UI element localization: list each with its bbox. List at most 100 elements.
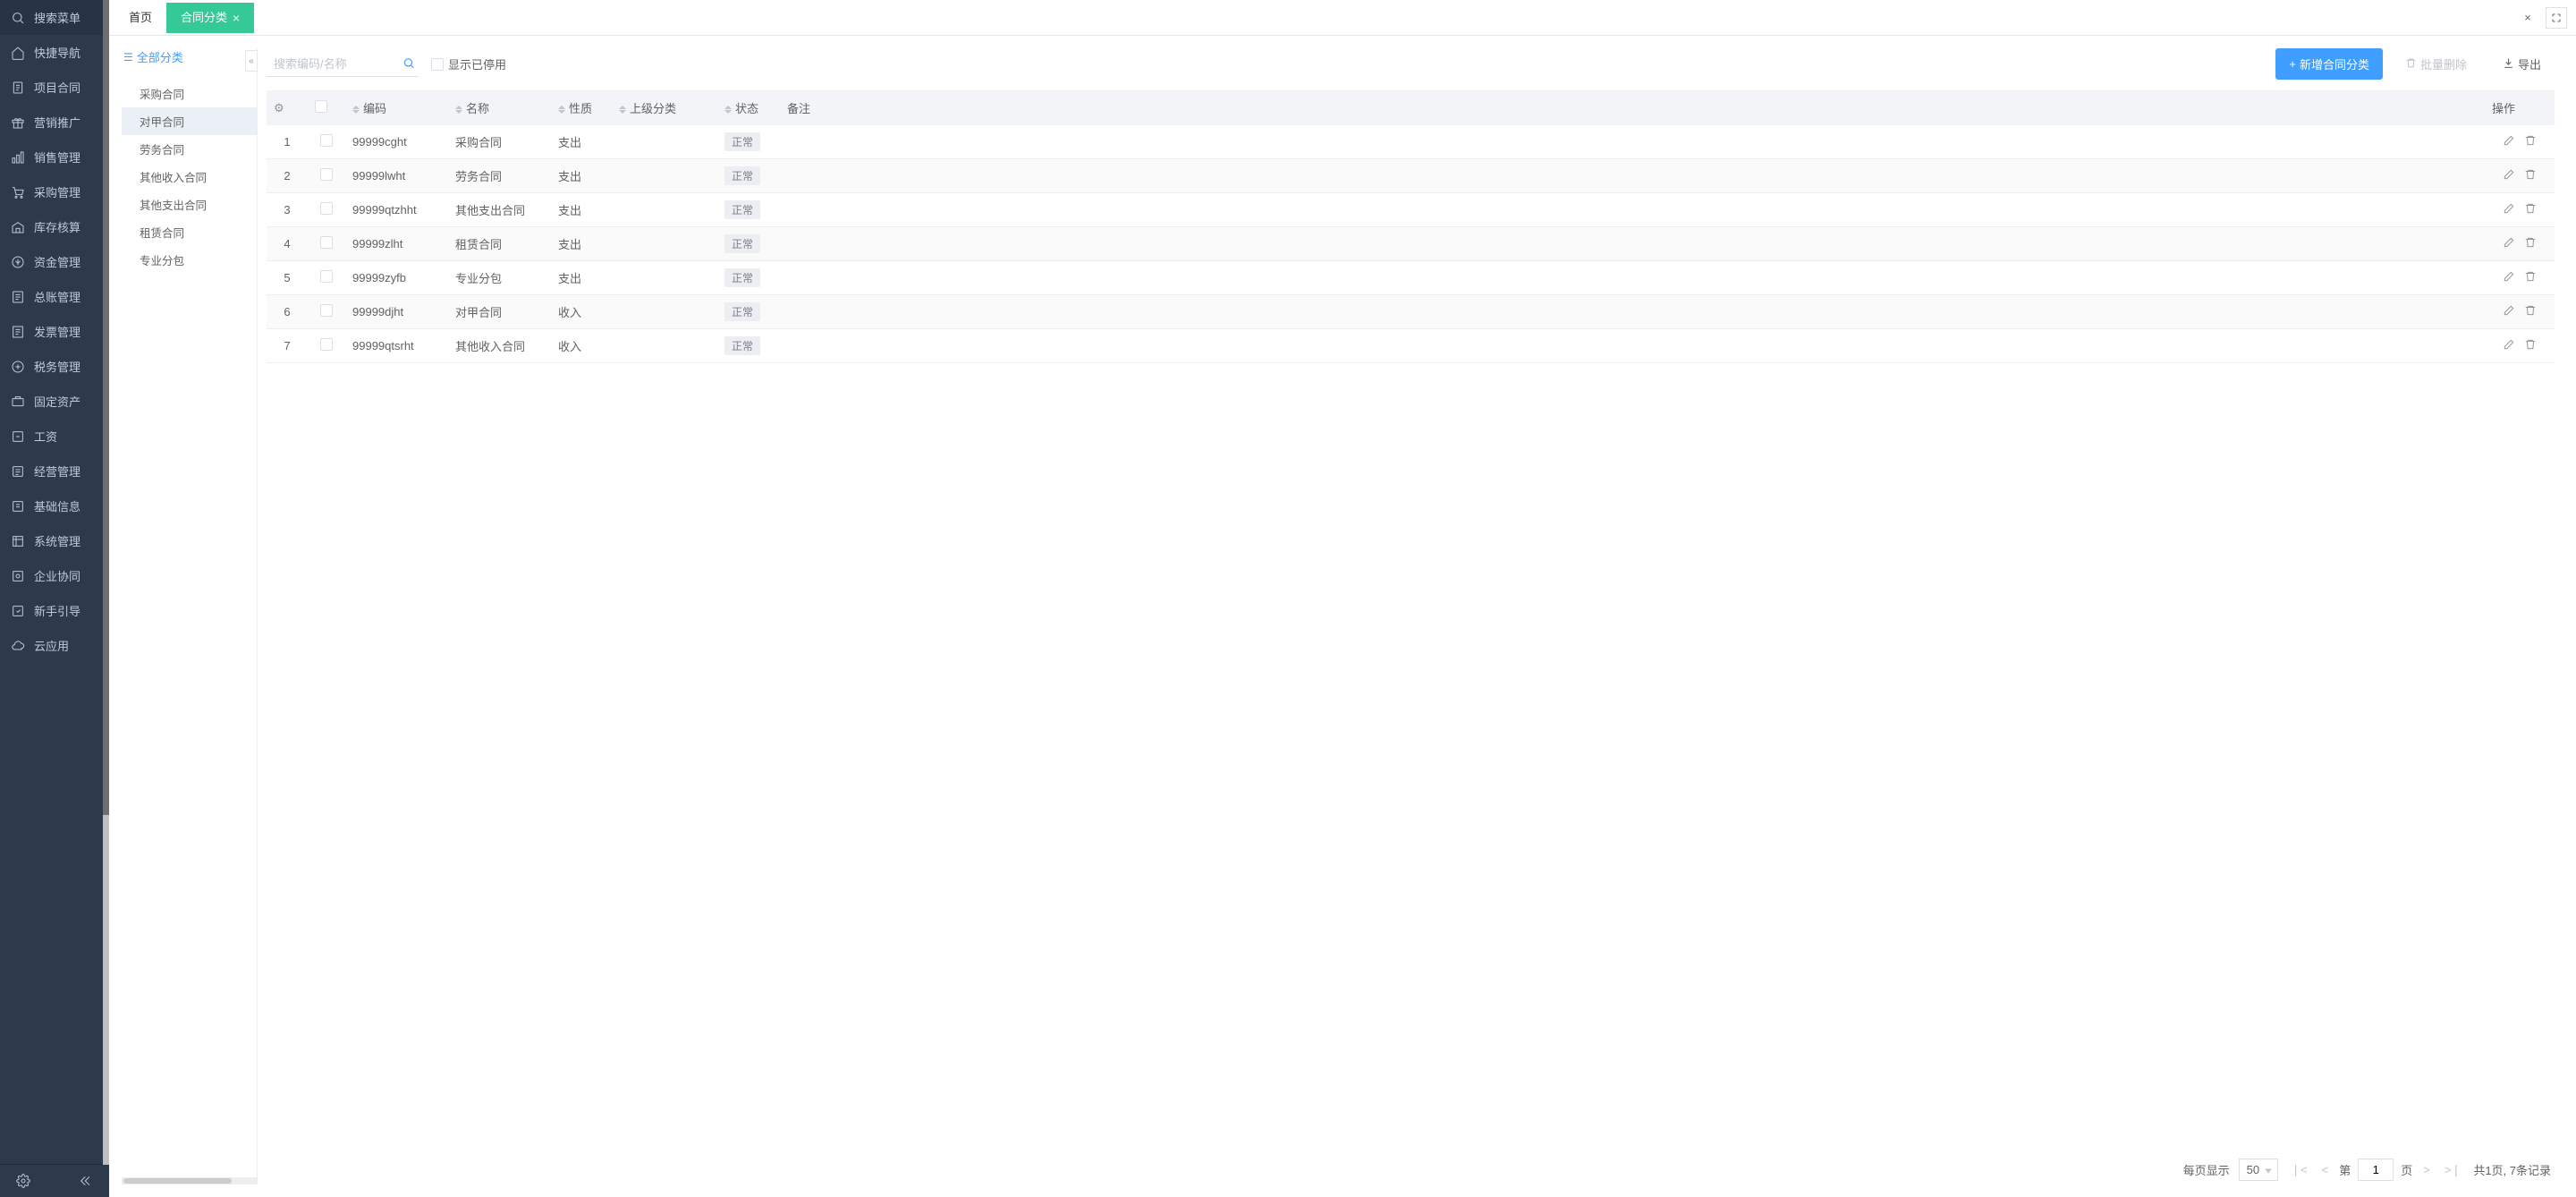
sidebar-item-salary[interactable]: 工资 — [0, 419, 109, 454]
tree-item[interactable]: 其他收入合同 — [122, 163, 257, 191]
sidebar: 搜索菜单快捷导航项目合同营销推广销售管理采购管理库存核算资金管理总账管理发票管理… — [0, 0, 109, 1197]
settings-icon[interactable] — [16, 1174, 30, 1188]
ledger-icon — [11, 290, 25, 304]
edit-icon[interactable] — [2503, 236, 2515, 251]
fullscreen-icon[interactable] — [2546, 7, 2567, 29]
export-button[interactable]: 导出 — [2489, 48, 2555, 80]
row-index: 7 — [267, 329, 308, 363]
sidebar-item-collab[interactable]: 企业协同 — [0, 558, 109, 593]
row-checkbox[interactable] — [320, 134, 333, 147]
delete-icon[interactable] — [2524, 236, 2537, 251]
th-code[interactable]: 编码 — [345, 90, 448, 125]
delete-icon[interactable] — [2524, 338, 2537, 353]
delete-icon[interactable] — [2524, 270, 2537, 285]
cell-type: 支出 — [551, 227, 612, 261]
cell-type: 支出 — [551, 159, 612, 193]
tree-item[interactable]: 对甲合同 — [122, 107, 257, 135]
sidebar-item-money[interactable]: 资金管理 — [0, 244, 109, 279]
sidebar-item-gift[interactable]: 营销推广 — [0, 105, 109, 140]
tab-contract-category[interactable]: 合同分类 × — [166, 3, 254, 33]
cell-name: 其他支出合同 — [448, 193, 551, 227]
tree-item[interactable]: 劳务合同 — [122, 135, 257, 163]
table-row: 199999cght采购合同支出正常 — [267, 125, 2555, 159]
cell-name: 劳务合同 — [448, 159, 551, 193]
th-type[interactable]: 性质 — [551, 90, 612, 125]
table-row: 799999qtsrht其他收入合同收入正常 — [267, 329, 2555, 363]
delete-icon[interactable] — [2524, 168, 2537, 183]
checkbox-label: 显示已停用 — [448, 55, 506, 72]
edit-icon[interactable] — [2503, 338, 2515, 353]
tree-item[interactable]: 专业分包 — [122, 246, 257, 274]
row-checkbox[interactable] — [320, 338, 333, 351]
tree-item[interactable]: 租赁合同 — [122, 218, 257, 246]
row-checkbox[interactable] — [320, 236, 333, 249]
sidebar-item-label: 营销推广 — [34, 114, 80, 131]
close-icon[interactable]: × — [233, 3, 240, 33]
pager-prev[interactable]: < — [2318, 1161, 2333, 1178]
gear-icon[interactable]: ⚙ — [274, 101, 284, 115]
delete-icon[interactable] — [2524, 202, 2537, 217]
th-status[interactable]: 状态 — [717, 90, 780, 125]
edit-icon[interactable] — [2503, 270, 2515, 285]
edit-icon[interactable] — [2503, 304, 2515, 319]
tab-label: 合同分类 — [181, 3, 227, 33]
sidebar-item-invoice[interactable]: 发票管理 — [0, 314, 109, 349]
sidebar-item-cloud[interactable]: 云应用 — [0, 628, 109, 663]
export-icon — [2503, 57, 2514, 72]
row-checkbox[interactable] — [320, 168, 333, 181]
page-input[interactable] — [2358, 1159, 2394, 1181]
select-all-checkbox[interactable] — [315, 100, 327, 113]
home-icon — [11, 46, 25, 60]
sidebar-item-manage[interactable]: 经营管理 — [0, 454, 109, 488]
cell-name: 采购合同 — [448, 125, 551, 159]
tree-item[interactable]: 采购合同 — [122, 80, 257, 107]
cell-parent — [612, 261, 717, 295]
th-parent[interactable]: 上级分类 — [612, 90, 717, 125]
close-all-icon[interactable]: × — [2517, 7, 2538, 29]
delete-icon[interactable] — [2524, 304, 2537, 319]
sidebar-item-warehouse[interactable]: 库存核算 — [0, 209, 109, 244]
search-icon[interactable] — [402, 56, 415, 72]
sidebar-item-cart[interactable]: 采购管理 — [0, 174, 109, 209]
pager-last[interactable]: >❘ — [2441, 1161, 2464, 1179]
cell-type: 支出 — [551, 193, 612, 227]
edit-icon[interactable] — [2503, 168, 2515, 183]
pager-first[interactable]: ❘< — [2287, 1161, 2310, 1179]
th-name[interactable]: 名称 — [448, 90, 551, 125]
tree-header-all[interactable]: ☰ 全部分类 — [122, 48, 257, 74]
tree-item[interactable]: 其他支出合同 — [122, 191, 257, 218]
table-row: 499999zlht租赁合同支出正常 — [267, 227, 2555, 261]
sidebar-item-label: 项目合同 — [34, 79, 80, 96]
sidebar-item-doc[interactable]: 项目合同 — [0, 70, 109, 105]
per-page-select[interactable]: 50 — [2239, 1159, 2278, 1181]
add-category-button[interactable]: + 新增合同分类 — [2275, 48, 2383, 80]
sidebar-item-system[interactable]: 系统管理 — [0, 523, 109, 558]
sidebar-item-search[interactable]: 搜索菜单 — [0, 0, 109, 35]
edit-icon[interactable] — [2503, 202, 2515, 217]
sidebar-item-guide[interactable]: 新手引导 — [0, 593, 109, 628]
sidebar-item-asset[interactable]: 固定资产 — [0, 384, 109, 419]
sidebar-scrollbar[interactable] — [103, 0, 109, 1165]
pager-next[interactable]: > — [2419, 1161, 2434, 1178]
tree-hscrollbar[interactable] — [122, 1177, 257, 1184]
sidebar-item-info[interactable]: 基础信息 — [0, 488, 109, 523]
tree-collapse-button[interactable]: « — [245, 50, 258, 72]
row-checkbox[interactable] — [320, 202, 333, 215]
row-checkbox[interactable] — [320, 304, 333, 317]
batch-delete-button[interactable]: 批量删除 — [2392, 48, 2480, 80]
search-input[interactable] — [267, 52, 419, 77]
list-icon: ☰ — [123, 51, 133, 64]
system-icon — [11, 534, 25, 548]
sidebar-item-chart[interactable]: 销售管理 — [0, 140, 109, 174]
row-checkbox[interactable] — [320, 270, 333, 283]
edit-icon[interactable] — [2503, 134, 2515, 149]
tab-home[interactable]: 首页 — [114, 3, 166, 33]
collapse-icon[interactable] — [79, 1174, 93, 1188]
delete-icon[interactable] — [2524, 134, 2537, 149]
sidebar-item-home[interactable]: 快捷导航 — [0, 35, 109, 70]
sidebar-item-tax[interactable]: 税务管理 — [0, 349, 109, 384]
search-icon — [11, 11, 25, 25]
show-disabled-checkbox[interactable]: 显示已停用 — [431, 55, 506, 72]
salary-icon — [11, 429, 25, 444]
sidebar-item-ledger[interactable]: 总账管理 — [0, 279, 109, 314]
